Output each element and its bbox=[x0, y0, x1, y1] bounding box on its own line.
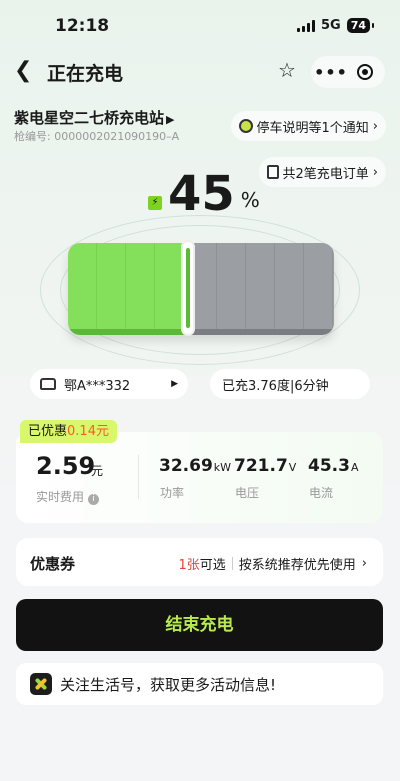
follow-banner[interactable]: 关注生活号，获取更多活动信息! bbox=[16, 663, 383, 705]
status-bar: 12:18 5G 74 bbox=[0, 0, 400, 52]
end-charging-button[interactable]: 结束充电 bbox=[16, 599, 383, 651]
more-icon[interactable]: ••• bbox=[311, 63, 351, 82]
charged-summary: 已充3.76度|6分钟 bbox=[222, 378, 329, 394]
page-title: 正在充电 bbox=[47, 63, 124, 85]
percent-value: 45 bbox=[168, 166, 235, 222]
caret-right-icon: ▶ bbox=[171, 379, 178, 389]
back-icon[interactable]: ❮ bbox=[14, 58, 32, 83]
charged-pill: 已充3.76度|6分钟 bbox=[210, 369, 370, 399]
battery-empty bbox=[187, 243, 334, 335]
coupon-available: 可选 bbox=[199, 558, 226, 573]
battery-icon: 74 bbox=[346, 18, 375, 33]
metric-unit: V bbox=[288, 461, 297, 474]
metric-label: 电压 bbox=[235, 486, 260, 500]
coupon-title: 优惠券 bbox=[30, 555, 76, 573]
coupon-summary: 1张可选 按系统推荐优先使用 › bbox=[178, 554, 367, 573]
plate-number: 鄂A***332 bbox=[64, 378, 131, 394]
chevron-right-icon: › bbox=[361, 556, 367, 571]
car-icon bbox=[40, 378, 56, 390]
signal-icon bbox=[296, 19, 315, 32]
navigation-bar: ❮ 正在充电 ☆ ••• bbox=[0, 52, 400, 92]
lightbulb-icon bbox=[238, 119, 253, 133]
battery-fill bbox=[68, 243, 188, 335]
metric-unit: kW bbox=[213, 461, 232, 474]
status-indicators: 5G 74 bbox=[296, 18, 375, 33]
chevron-right-icon: › bbox=[372, 164, 378, 180]
notice-text: 停车说明等1个通知 bbox=[256, 120, 369, 136]
coupon-row[interactable]: 优惠券 1张可选 按系统推荐优先使用 › bbox=[16, 538, 383, 586]
metric-power: 32.69kW 功率 bbox=[159, 456, 232, 500]
charge-percentage: ⚡ 45 % bbox=[148, 168, 260, 220]
fee-label-row[interactable]: 实时费用 i bbox=[36, 488, 100, 505]
coupon-policy: 按系统推荐优先使用 bbox=[238, 558, 356, 573]
vehicle-plate-pill[interactable]: 鄂A***332 ▶ bbox=[30, 369, 188, 399]
coupon-count: 1张 bbox=[178, 558, 200, 573]
lightning-icon: ⚡ bbox=[148, 196, 162, 210]
metric-label: 功率 bbox=[160, 486, 185, 500]
brand-logo-icon bbox=[30, 673, 52, 695]
follow-text: 关注生活号，获取更多活动信息! bbox=[60, 675, 277, 694]
info-icon[interactable]: i bbox=[88, 494, 100, 505]
battery-level-marker bbox=[180, 240, 195, 336]
discount-label: 已优惠 bbox=[28, 424, 68, 439]
metric-label: 电流 bbox=[309, 486, 334, 500]
document-icon bbox=[266, 165, 279, 179]
network-label: 5G bbox=[320, 18, 341, 33]
mini-program-capsule: ••• bbox=[311, 56, 385, 88]
fee-unit: 元 bbox=[91, 464, 104, 478]
discount-amount: 0.14元 bbox=[67, 424, 109, 439]
metric-value: 45.3 bbox=[308, 456, 350, 476]
divider bbox=[231, 557, 233, 570]
battery-graphic bbox=[40, 215, 360, 365]
close-target-icon[interactable] bbox=[357, 64, 373, 80]
orders-text: 共2笔充电订单 bbox=[282, 166, 369, 182]
fee-amount: 2.59 bbox=[36, 452, 96, 480]
fee-label: 实时费用 bbox=[36, 490, 85, 504]
orders-pill[interactable]: 共2笔充电订单 › bbox=[258, 157, 386, 187]
metric-value: 721.7 bbox=[234, 456, 288, 476]
station-name-link[interactable]: 紫电星空二七桥充电站 ▶ bbox=[14, 107, 174, 128]
metric-voltage: 721.7V 电压 bbox=[234, 456, 297, 500]
metric-current: 45.3A 电流 bbox=[308, 456, 359, 500]
status-time: 12:18 bbox=[55, 16, 110, 36]
station-name: 紫电星空二七桥充电站 bbox=[14, 109, 165, 127]
discount-badge: 已优惠0.14元 bbox=[20, 420, 117, 443]
notice-pill[interactable]: 停车说明等1个通知 › bbox=[230, 111, 386, 141]
metric-unit: A bbox=[350, 461, 359, 474]
caret-right-icon: ▶ bbox=[166, 113, 175, 126]
star-icon[interactable]: ☆ bbox=[278, 58, 296, 82]
divider bbox=[138, 455, 139, 499]
chevron-right-icon: › bbox=[372, 118, 378, 134]
gun-number: 枪编号: 0000002021090190–A bbox=[14, 130, 180, 143]
battery-cell bbox=[68, 243, 334, 335]
percent-sign: % bbox=[240, 188, 260, 212]
metric-value: 32.69 bbox=[159, 456, 213, 476]
